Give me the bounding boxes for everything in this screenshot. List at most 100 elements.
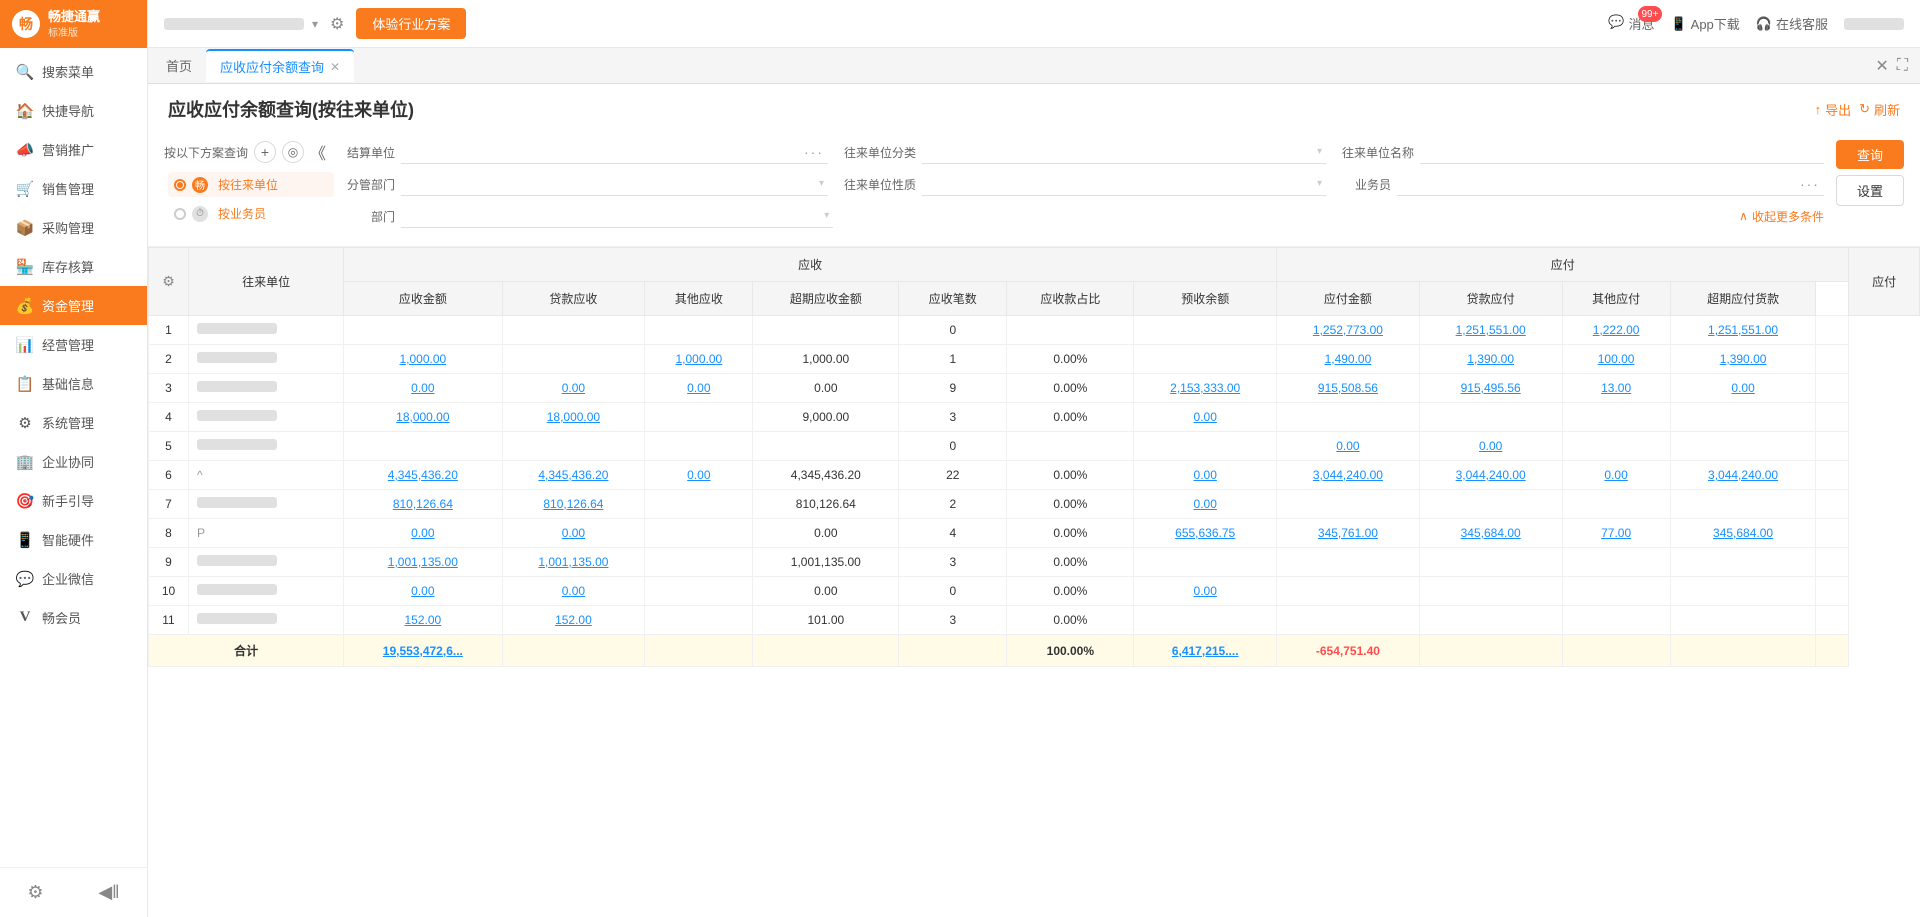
cell: 0.00% <box>1007 345 1134 374</box>
cell[interactable]: 1,000.00 <box>344 345 502 374</box>
cell[interactable]: 1,390.00 <box>1419 345 1562 374</box>
cell[interactable]: 1,490.00 <box>1277 345 1420 374</box>
cell[interactable]: 345,684.00 <box>1670 519 1816 548</box>
cell[interactable]: 1,001,135.00 <box>344 548 502 577</box>
cell[interactable]: 0.00 <box>1134 577 1277 606</box>
cell[interactable]: 0.00 <box>344 374 502 403</box>
filter-preset-btn[interactable]: ◎ <box>282 141 304 163</box>
tab-close-icon[interactable]: ✕ <box>330 60 340 74</box>
cell[interactable]: 77.00 <box>1562 519 1670 548</box>
cell[interactable]: 1,252,773.00 <box>1277 316 1420 345</box>
setting-button[interactable]: 设置 <box>1836 175 1904 206</box>
sidebar-item-basicinfo[interactable]: 📋 基础信息 <box>0 364 147 403</box>
tab-close-window-icon[interactable]: ✕ <box>1875 56 1888 76</box>
collapse-more-btn[interactable]: ∧ 收起更多条件 <box>1739 208 1824 225</box>
sidebar-item-operation[interactable]: 📊 经营管理 <box>0 325 147 364</box>
cell[interactable]: 1,251,551.00 <box>1419 316 1562 345</box>
cell[interactable]: 152.00 <box>502 606 645 635</box>
cell[interactable]: 13.00 <box>1562 374 1670 403</box>
total-ar-loan <box>502 635 645 667</box>
cell[interactable]: 915,495.56 <box>1419 374 1562 403</box>
cell[interactable]: 2,153,333.00 <box>1134 374 1277 403</box>
member-icon: V <box>16 609 34 627</box>
dept-select[interactable]: ▾ <box>401 172 828 196</box>
cell[interactable]: 1,222.00 <box>1562 316 1670 345</box>
cell[interactable]: 655,636.75 <box>1134 519 1277 548</box>
unit-nature-select[interactable]: ▾ <box>922 172 1326 196</box>
cell[interactable]: 345,761.00 <box>1277 519 1420 548</box>
unit-category-select[interactable]: ▾ <box>922 140 1326 164</box>
cell[interactable]: 18,000.00 <box>502 403 645 432</box>
cell[interactable]: 810,126.64 <box>344 490 502 519</box>
cell[interactable]: 4,345,436.20 <box>344 461 502 490</box>
cell[interactable]: 345,684.00 <box>1419 519 1562 548</box>
filter-option-by-unit[interactable]: 畅 按往来单位 <box>168 172 334 197</box>
sidebar-item-inventory[interactable]: 🏪 库存核算 <box>0 247 147 286</box>
cell[interactable]: 810,126.64 <box>502 490 645 519</box>
cell[interactable]: 0.00 <box>645 461 753 490</box>
sidebar-item-system[interactable]: ⚙ 系统管理 <box>0 403 147 442</box>
sidebar-item-marketing[interactable]: 📣 营销推广 <box>0 130 147 169</box>
sidebar-item-member[interactable]: V 畅会员 <box>0 598 147 637</box>
cell[interactable]: 3,044,240.00 <box>1419 461 1562 490</box>
sidebar-item-sales[interactable]: 🛒 销售管理 <box>0 169 147 208</box>
cell[interactable]: 100.00 <box>1562 345 1670 374</box>
gear-icon[interactable]: ⚙ <box>330 14 344 34</box>
unit-name-input[interactable] <box>1420 140 1824 164</box>
sidebar-item-enterprise[interactable]: 🏢 企业协同 <box>0 442 147 481</box>
filter-add-btn[interactable]: + <box>254 141 276 163</box>
cell[interactable]: 0.00 <box>502 519 645 548</box>
cell[interactable]: 1,001,135.00 <box>502 548 645 577</box>
cell[interactable]: 0.00 <box>1134 490 1277 519</box>
cell[interactable]: 1,000.00 <box>645 345 753 374</box>
query-button[interactable]: 查询 <box>1836 140 1904 169</box>
cell[interactable]: 1,390.00 <box>1670 345 1816 374</box>
cell[interactable]: 4,345,436.20 <box>502 461 645 490</box>
cell[interactable]: 3,044,240.00 <box>1277 461 1420 490</box>
cell[interactable]: 0.00 <box>645 374 753 403</box>
cell <box>1277 548 1420 577</box>
sidebar-item-wechat[interactable]: 💬 企业微信 <box>0 559 147 598</box>
message-bell[interactable]: 💬 99+ 消息 <box>1608 14 1654 33</box>
cell[interactable]: 0.00 <box>344 519 502 548</box>
cell[interactable]: 0.00 <box>344 577 502 606</box>
salesperson-input[interactable]: ··· <box>1397 172 1824 196</box>
app-download-btn[interactable]: 📱 App下载 <box>1670 14 1739 33</box>
cell[interactable]: 0.00 <box>1134 403 1277 432</box>
online-support-btn[interactable]: 🎧 在线客服 <box>1756 14 1828 33</box>
cell[interactable]: 18,000.00 <box>344 403 502 432</box>
total-ar-amount[interactable]: 19,553,472,6... <box>344 635 502 667</box>
cell[interactable]: 0.00 <box>1134 461 1277 490</box>
cell[interactable]: 1,251,551.00 <box>1670 316 1816 345</box>
solution-button[interactable]: 体验行业方案 <box>356 8 466 39</box>
cell[interactable]: 0.00 <box>502 577 645 606</box>
sidebar-item-hardware[interactable]: 📱 智能硬件 <box>0 520 147 559</box>
sidebar-item-purchase[interactable]: 📦 采购管理 <box>0 208 147 247</box>
cell[interactable]: 0.00 <box>502 374 645 403</box>
export-button[interactable]: ↑ 导出 <box>1815 100 1852 119</box>
tab-home[interactable]: 首页 <box>152 50 206 81</box>
sidebar-settings-btn[interactable]: ⚙ <box>15 876 55 909</box>
filter-option-by-staff[interactable]: ⏱ 按业务员 <box>168 201 334 226</box>
settlement-unit-input[interactable]: ··· <box>401 140 828 164</box>
cell[interactable]: 915,508.56 <box>1277 374 1420 403</box>
sidebar-item-finance[interactable]: 💰 资金管理 <box>0 286 147 325</box>
refresh-button[interactable]: ↻ 刷新 <box>1859 100 1900 119</box>
sidebar-item-search[interactable]: 🔍 搜索菜单 <box>0 52 147 91</box>
department-select[interactable]: ▾ <box>401 204 833 228</box>
tab-ar-ap[interactable]: 应收应付余额查询 ✕ <box>206 49 354 82</box>
cell[interactable]: 0.00 <box>1277 432 1420 461</box>
cell[interactable]: 0.00 <box>1419 432 1562 461</box>
cell[interactable]: 3,044,240.00 <box>1670 461 1816 490</box>
sidebar-collapse-btn[interactable]: ◀‖ <box>86 876 131 909</box>
sidebar-item-guide[interactable]: 🎯 新手引导 <box>0 481 147 520</box>
table-settings-icon[interactable]: ⚙ <box>162 273 175 289</box>
dropdown-arrow[interactable]: ▾ <box>312 17 318 31</box>
cell[interactable]: 0.00 <box>1670 374 1816 403</box>
cell[interactable]: 0.00 <box>1562 461 1670 490</box>
cell[interactable]: 152.00 <box>344 606 502 635</box>
sidebar-item-quicknav[interactable]: 🏠 快捷导航 <box>0 91 147 130</box>
tab-expand-icon[interactable]: ⛶ <box>1897 57 1908 75</box>
total-ar-advance[interactable]: 6,417,215.... <box>1134 635 1277 667</box>
filter-expand-btn[interactable]: 《 <box>310 140 326 164</box>
